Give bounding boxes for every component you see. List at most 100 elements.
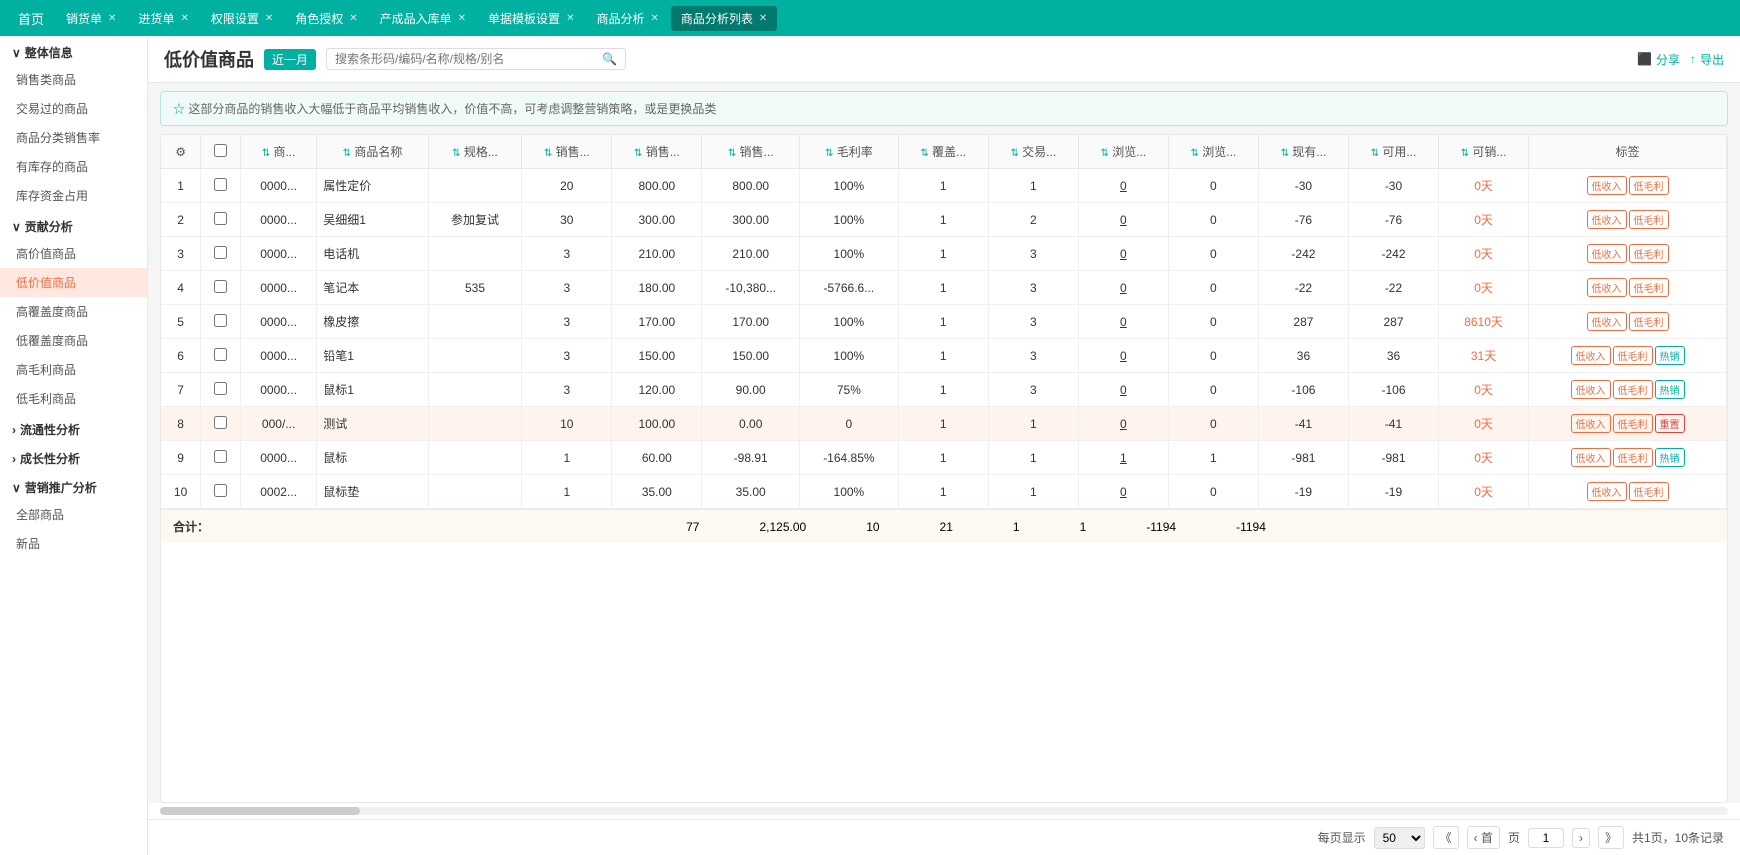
tag-低收入[interactable]: 低收入 (1587, 312, 1627, 331)
col-code[interactable]: ⇅ 商... (241, 135, 317, 169)
cell-checkbox[interactable] (201, 169, 241, 203)
cell-browse1[interactable]: 0 (1078, 339, 1168, 373)
col-checkbox[interactable] (201, 135, 241, 169)
col-available[interactable]: ⇅ 可用... (1348, 135, 1438, 169)
sidebar-item-high-coverage[interactable]: 高覆盖度商品 (0, 297, 147, 326)
tag-低毛利[interactable]: 低毛利 (1629, 176, 1669, 195)
tag-低收入[interactable]: 低收入 (1587, 210, 1627, 229)
col-sales-qty[interactable]: ⇅ 销售... (522, 135, 612, 169)
col-sellable[interactable]: ⇅ 可销... (1439, 135, 1529, 169)
cell-browse1[interactable]: 0 (1078, 407, 1168, 441)
cell-checkbox[interactable] (201, 475, 241, 509)
scrollbar-track[interactable] (160, 807, 1728, 815)
sidebar-item-high-margin[interactable]: 高毛利商品 (0, 355, 147, 384)
col-current-stock[interactable]: ⇅ 现有... (1258, 135, 1348, 169)
col-settings[interactable]: ⚙ (161, 135, 201, 169)
sidebar-item-category-rate[interactable]: 商品分类销售率 (0, 123, 147, 152)
sidebar-item-with-stock[interactable]: 有库存的商品 (0, 152, 147, 181)
cell-browse1[interactable]: 0 (1078, 169, 1168, 203)
cell-browse1[interactable]: 1 (1078, 441, 1168, 475)
select-all-checkbox[interactable] (214, 144, 227, 157)
sidebar-item-low-value[interactable]: 低价值商品 (0, 268, 147, 297)
tag-低收入[interactable]: 低收入 (1571, 380, 1611, 399)
sidebar-item-traded[interactable]: 交易过的商品 (0, 94, 147, 123)
col-gross-margin[interactable]: ⇅ 毛利率 (800, 135, 899, 169)
section-marketing[interactable]: ∨ 营销推广分析 (0, 471, 147, 500)
search-icon[interactable]: 🔍 (602, 52, 617, 66)
tag-热销[interactable]: 热销 (1655, 448, 1685, 467)
scrollbar-thumb[interactable] (160, 807, 360, 815)
section-growth[interactable]: › 成长性分析 (0, 442, 147, 471)
nav-roles[interactable]: 角色授权 ✕ (285, 6, 367, 31)
col-browse1[interactable]: ⇅ 浏览... (1078, 135, 1168, 169)
tag-低收入[interactable]: 低收入 (1571, 414, 1611, 433)
sidebar-item-low-margin[interactable]: 低毛利商品 (0, 384, 147, 413)
nav-templates[interactable]: 单据模板设置 ✕ (478, 6, 584, 31)
cell-checkbox[interactable] (201, 305, 241, 339)
per-page-select[interactable]: 50 100 200 (1374, 827, 1425, 849)
cell-checkbox[interactable] (201, 373, 241, 407)
sidebar-item-new-products[interactable]: 新品 (0, 529, 147, 558)
tag-低收入[interactable]: 低收入 (1587, 176, 1627, 195)
cell-checkbox[interactable] (201, 237, 241, 271)
col-coverage[interactable]: ⇅ 覆盖... (898, 135, 988, 169)
nav-templates-close[interactable]: ✕ (566, 13, 574, 24)
nav-sales[interactable]: 销货单 ✕ (56, 6, 126, 31)
nav-permissions-close[interactable]: ✕ (265, 13, 273, 24)
cell-browse1[interactable]: 0 (1078, 305, 1168, 339)
sidebar-item-low-coverage[interactable]: 低覆盖度商品 (0, 326, 147, 355)
horizontal-scrollbar[interactable] (148, 803, 1740, 819)
col-sales-cost[interactable]: ⇅ 销售... (702, 135, 800, 169)
tag-低毛利[interactable]: 低毛利 (1629, 312, 1669, 331)
tag-重置[interactable]: 重置 (1655, 414, 1685, 433)
tag-热销[interactable]: 热销 (1655, 346, 1685, 365)
section-overall-info[interactable]: ∨ 整体信息 (0, 36, 147, 65)
search-box[interactable]: 🔍 (326, 48, 626, 70)
cell-checkbox[interactable] (201, 339, 241, 373)
nav-inventory-close[interactable]: ✕ (458, 13, 466, 24)
cell-browse1[interactable]: 0 (1078, 237, 1168, 271)
cell-checkbox[interactable] (201, 203, 241, 237)
tag-低毛利[interactable]: 低毛利 (1629, 482, 1669, 501)
tag-低毛利[interactable]: 低毛利 (1613, 414, 1653, 433)
sidebar-item-all-products[interactable]: 全部商品 (0, 500, 147, 529)
section-contribution[interactable]: ∨ 贡献分析 (0, 210, 147, 239)
section-liquidity[interactable]: › 流通性分析 (0, 413, 147, 442)
tag-低收入[interactable]: 低收入 (1571, 448, 1611, 467)
search-input[interactable] (335, 52, 602, 66)
nav-inventory[interactable]: 产成品入库单 ✕ (370, 6, 476, 31)
page-nav-last[interactable]: 》 (1598, 826, 1624, 849)
cell-checkbox[interactable] (201, 441, 241, 475)
tag-低毛利[interactable]: 低毛利 (1629, 278, 1669, 297)
nav-sales-close[interactable]: ✕ (108, 13, 116, 24)
cell-browse1[interactable]: 0 (1078, 271, 1168, 305)
nav-home[interactable]: 首页 (8, 5, 54, 32)
col-trade[interactable]: ⇅ 交易... (988, 135, 1078, 169)
nav-permissions[interactable]: 权限设置 ✕ (201, 6, 283, 31)
nav-purchase[interactable]: 进货单 ✕ (128, 6, 198, 31)
tag-低毛利[interactable]: 低毛利 (1629, 244, 1669, 263)
col-spec[interactable]: ⇅ 规格... (428, 135, 522, 169)
col-name[interactable]: ⇅ 商品名称 (317, 135, 429, 169)
page-nav-first[interactable]: 《 (1433, 826, 1459, 849)
cell-browse1[interactable]: 0 (1078, 373, 1168, 407)
export-button[interactable]: ↑ 导出 (1690, 51, 1724, 68)
cell-browse1[interactable]: 0 (1078, 203, 1168, 237)
nav-product-analysis-list-close[interactable]: ✕ (759, 13, 767, 24)
share-button[interactable]: ⬛ 分享 (1637, 51, 1680, 68)
cell-checkbox[interactable] (201, 407, 241, 441)
tag-低收入[interactable]: 低收入 (1587, 482, 1627, 501)
nav-roles-close[interactable]: ✕ (349, 13, 357, 24)
tag-低收入[interactable]: 低收入 (1571, 346, 1611, 365)
tag-低毛利[interactable]: 低毛利 (1629, 210, 1669, 229)
tag-低收入[interactable]: 低收入 (1587, 278, 1627, 297)
cell-checkbox[interactable] (201, 271, 241, 305)
page-input[interactable] (1528, 828, 1564, 848)
nav-product-analysis[interactable]: 商品分析 ✕ (586, 6, 668, 31)
tag-低毛利[interactable]: 低毛利 (1613, 380, 1653, 399)
page-nav-prev[interactable]: ‹ 首 (1467, 826, 1500, 849)
sidebar-item-sales-category[interactable]: 销售类商品 (0, 65, 147, 94)
nav-product-analysis-list[interactable]: 商品分析列表 ✕ (671, 6, 777, 31)
sidebar-item-high-value[interactable]: 高价值商品 (0, 239, 147, 268)
nav-purchase-close[interactable]: ✕ (180, 13, 188, 24)
